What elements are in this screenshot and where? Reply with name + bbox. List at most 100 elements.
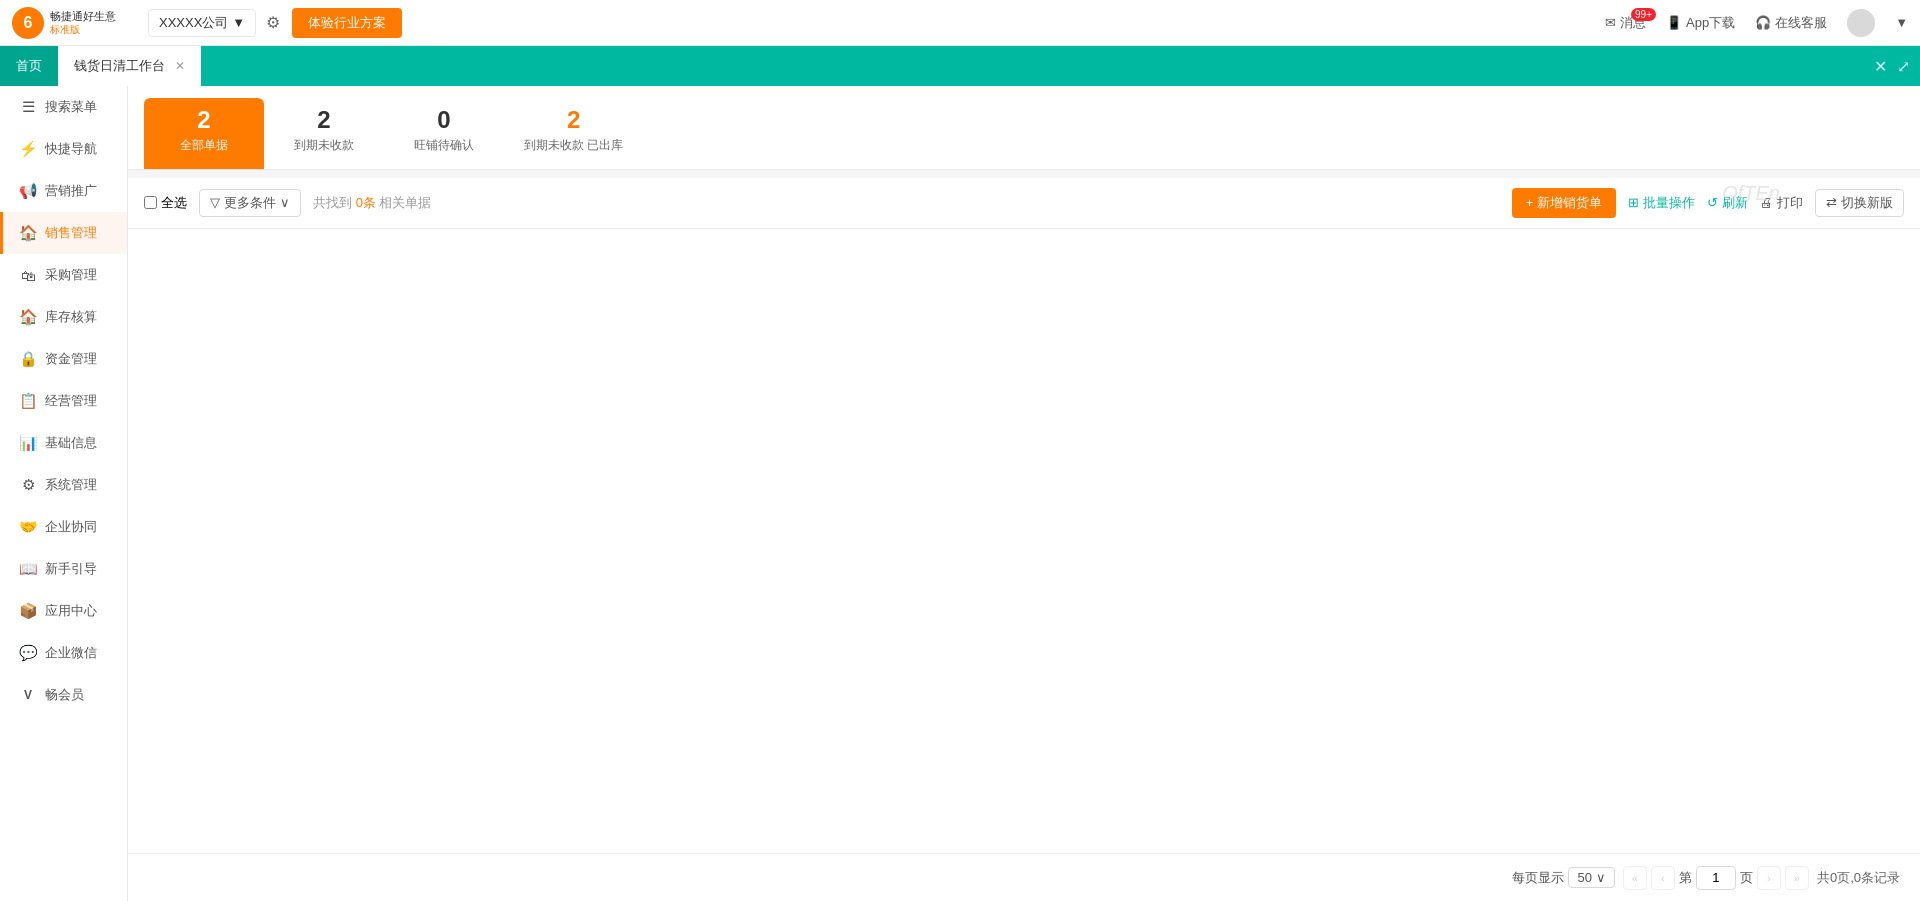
app-center-icon: 📦	[19, 602, 37, 620]
top-header: 6 畅捷通好生意 标准版 XXXXX公司 ▼ ⚙ 体验行业方案 ✉ 消息 99+…	[0, 0, 1920, 46]
quick-nav-icon: ⚡	[19, 140, 37, 158]
stat-tab-pending[interactable]: 0 旺铺待确认	[384, 98, 504, 169]
toolbar-right: + 新增销货单 ⊞ 批量操作 ↺ 刷新 🖨 打印 ⇄ 切换新版	[1512, 188, 1904, 218]
settings-button[interactable]: ⚙	[266, 13, 280, 32]
app-download-button[interactable]: 📱 App下载	[1666, 14, 1735, 32]
first-page-button[interactable]: «	[1623, 866, 1647, 890]
page-number-input[interactable]	[1696, 866, 1736, 890]
home-tab-label: 首页	[16, 57, 42, 75]
page-size-select: 每页显示 50 ∨	[1512, 867, 1614, 888]
message-icon: ✉	[1605, 15, 1616, 30]
workbench-tab-label: 钱货日清工作台	[74, 57, 165, 75]
inventory-icon: 🏠	[19, 308, 37, 326]
sidebar-item-member[interactable]: V 畅会员	[0, 674, 127, 716]
stat-label-all: 全部单据	[180, 137, 228, 154]
guide-icon: 📖	[19, 560, 37, 578]
page-size-dropdown[interactable]: 50 ∨	[1568, 867, 1614, 888]
stat-label-pending: 旺铺待确认	[414, 137, 474, 154]
pagination-bar: 每页显示 50 ∨ « ‹ 第 页 › » 共0页,0条记录	[128, 853, 1920, 901]
total-records: 共0页,0条记录	[1817, 869, 1900, 887]
sidebar-item-quick-nav[interactable]: ⚡ 快捷导航	[0, 128, 127, 170]
stat-tab-shipped[interactable]: 2 到期未收款 已出库	[504, 98, 643, 169]
found-text: 共找到 0条 相关单据	[313, 194, 431, 212]
stat-tab-overdue[interactable]: 2 到期未收款	[264, 98, 384, 169]
user-menu[interactable]: ▼	[1895, 15, 1908, 30]
sidebar-item-inventory[interactable]: 🏠 库存核算	[0, 296, 127, 338]
filter-button[interactable]: ▽ 更多条件 ∨	[199, 189, 301, 217]
tab-bar: 首页 钱货日清工作台 ✕ ✕ ⤢	[0, 46, 1920, 86]
online-service-button[interactable]: 🎧 在线客服	[1755, 14, 1827, 32]
stat-number-all: 2	[197, 106, 210, 135]
logo-text: 畅捷通好生意 标准版	[50, 9, 116, 36]
next-page-button[interactable]: ›	[1757, 866, 1781, 890]
sidebar-item-search[interactable]: ☰ 搜索菜单	[0, 86, 127, 128]
stat-label-overdue: 到期未收款	[294, 137, 354, 154]
refresh-button[interactable]: ↺ 刷新	[1707, 194, 1748, 212]
chevron-down-icon: ∨	[280, 195, 290, 210]
select-all-checkbox[interactable]: 全选	[144, 194, 187, 212]
prev-page-button[interactable]: ‹	[1651, 866, 1675, 890]
logo-area: 6 畅捷通好生意 标准版	[12, 7, 140, 39]
chevron-down-icon: ∨	[1596, 870, 1606, 885]
user-avatar[interactable]	[1847, 9, 1875, 37]
cooperation-icon: 🤝	[19, 518, 37, 536]
stat-label-shipped: 到期未收款 已出库	[524, 137, 623, 154]
batch-operation-button[interactable]: ⊞ 批量操作	[1628, 194, 1695, 212]
select-all-input[interactable]	[144, 196, 157, 209]
page-navigation: « ‹ 第 页 › »	[1623, 866, 1809, 890]
sidebar-item-cooperation[interactable]: 🤝 企业协同	[0, 506, 127, 548]
company-selector[interactable]: XXXXX公司 ▼	[148, 9, 256, 37]
stat-number-pending: 0	[437, 106, 450, 135]
sidebar-item-purchase[interactable]: 🛍 采购管理	[0, 254, 127, 296]
tab-maximize-button[interactable]: ⤢	[1897, 57, 1910, 76]
sidebar-item-app-center[interactable]: 📦 应用中心	[0, 590, 127, 632]
tab-home[interactable]: 首页	[0, 46, 58, 86]
chevron-down-icon: ▼	[1895, 15, 1908, 30]
add-sales-order-button[interactable]: + 新增销货单	[1512, 188, 1616, 218]
marketing-icon: 📢	[19, 182, 37, 200]
switch-icon: ⇄	[1826, 195, 1837, 210]
system-icon: ⚙	[19, 476, 37, 494]
tab-bar-right: ✕ ⤢	[1874, 46, 1920, 86]
tab-workbench[interactable]: 钱货日清工作台 ✕	[58, 46, 201, 86]
switch-version-button[interactable]: ⇄ 切换新版	[1815, 189, 1904, 217]
trial-button[interactable]: 体验行业方案	[292, 8, 402, 38]
sidebar-item-guide[interactable]: 📖 新手引导	[0, 548, 127, 590]
download-icon: 📱	[1666, 15, 1682, 30]
sidebar-item-marketing[interactable]: 📢 营销推广	[0, 170, 127, 212]
toolbar: 全选 ▽ 更多条件 ∨ 共找到 0条 相关单据 + 新增销货单 ⊞ 批量操作 ↺	[128, 178, 1920, 229]
refresh-icon: ↺	[1707, 195, 1718, 210]
sidebar-item-base-info[interactable]: 📊 基础信息	[0, 422, 127, 464]
member-icon: V	[19, 686, 37, 704]
batch-icon: ⊞	[1628, 195, 1639, 210]
sidebar-item-operations[interactable]: 📋 经营管理	[0, 380, 127, 422]
sidebar-item-wechat[interactable]: 💬 企业微信	[0, 632, 127, 674]
purchase-icon: 🛍	[19, 266, 37, 284]
print-icon: 🖨	[1760, 195, 1773, 210]
wechat-icon: 💬	[19, 644, 37, 662]
service-icon: 🎧	[1755, 15, 1771, 30]
sales-icon: 🏠	[19, 224, 37, 242]
sidebar-item-system[interactable]: ⚙ 系统管理	[0, 464, 127, 506]
close-icon[interactable]: ✕	[175, 59, 185, 73]
sidebar-item-sales[interactable]: 🏠 销售管理	[0, 212, 127, 254]
table-area	[128, 229, 1920, 853]
search-menu-icon: ☰	[19, 98, 37, 116]
tab-minimize-button[interactable]: ✕	[1874, 57, 1887, 76]
stat-tab-all[interactable]: 2 全部单据	[144, 98, 264, 169]
stat-number-overdue: 2	[317, 106, 330, 135]
message-badge: 99+	[1631, 8, 1656, 21]
stats-bar: 2 全部单据 2 到期未收款 0 旺铺待确认 2 到期未收款 已出库	[128, 86, 1920, 170]
filter-icon: ▽	[210, 195, 220, 210]
operations-icon: 📋	[19, 392, 37, 410]
message-button[interactable]: ✉ 消息 99+	[1605, 14, 1646, 32]
header-right: ✉ 消息 99+ 📱 App下载 🎧 在线客服 ▼	[1605, 9, 1908, 37]
sidebar: ☰ 搜索菜单 ⚡ 快捷导航 📢 营销推广 🏠 销售管理 🛍 采购管理 🏠 库存核…	[0, 86, 128, 901]
base-info-icon: 📊	[19, 434, 37, 452]
logo-icon: 6	[12, 7, 44, 39]
print-button[interactable]: 🖨 打印	[1760, 194, 1803, 212]
content-area: 2 全部单据 2 到期未收款 0 旺铺待确认 2 到期未收款 已出库 全选	[128, 86, 1920, 901]
last-page-button[interactable]: »	[1785, 866, 1809, 890]
sidebar-item-finance[interactable]: 🔒 资金管理	[0, 338, 127, 380]
finance-icon: 🔒	[19, 350, 37, 368]
